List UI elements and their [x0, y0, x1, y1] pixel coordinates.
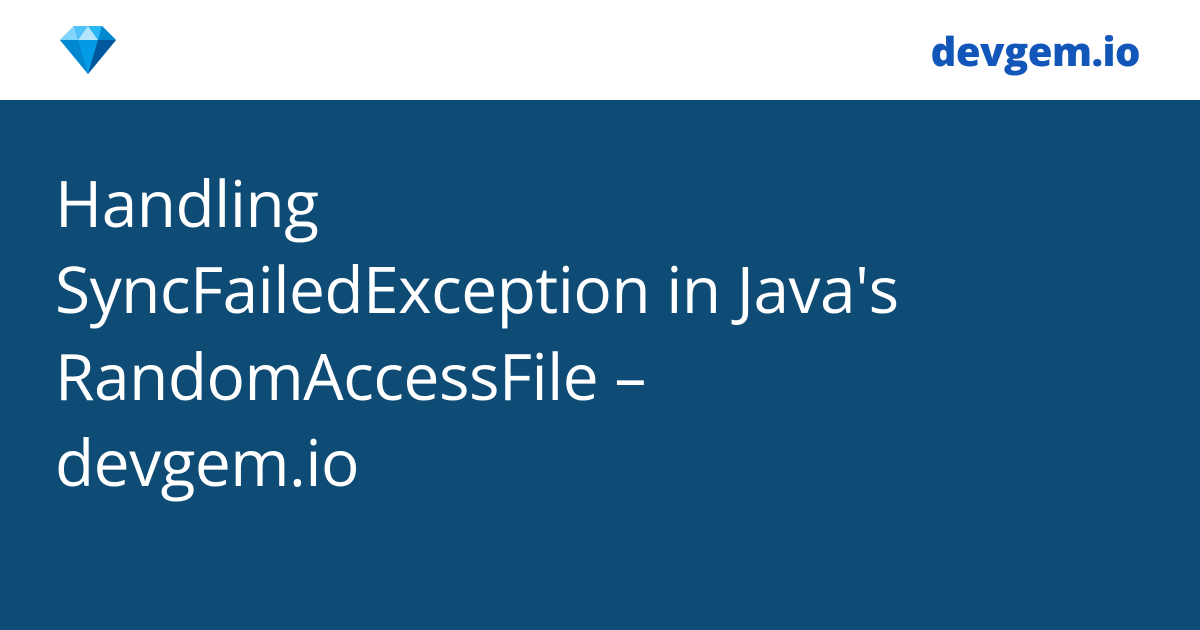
page-title: Handling SyncFailedException in Java's R…	[55, 160, 915, 506]
brand-wordmark: devgem.io	[931, 23, 1140, 78]
gem-icon	[60, 26, 116, 74]
main-content: Handling SyncFailedException in Java's R…	[0, 100, 1200, 630]
header: devgem.io	[0, 0, 1200, 100]
